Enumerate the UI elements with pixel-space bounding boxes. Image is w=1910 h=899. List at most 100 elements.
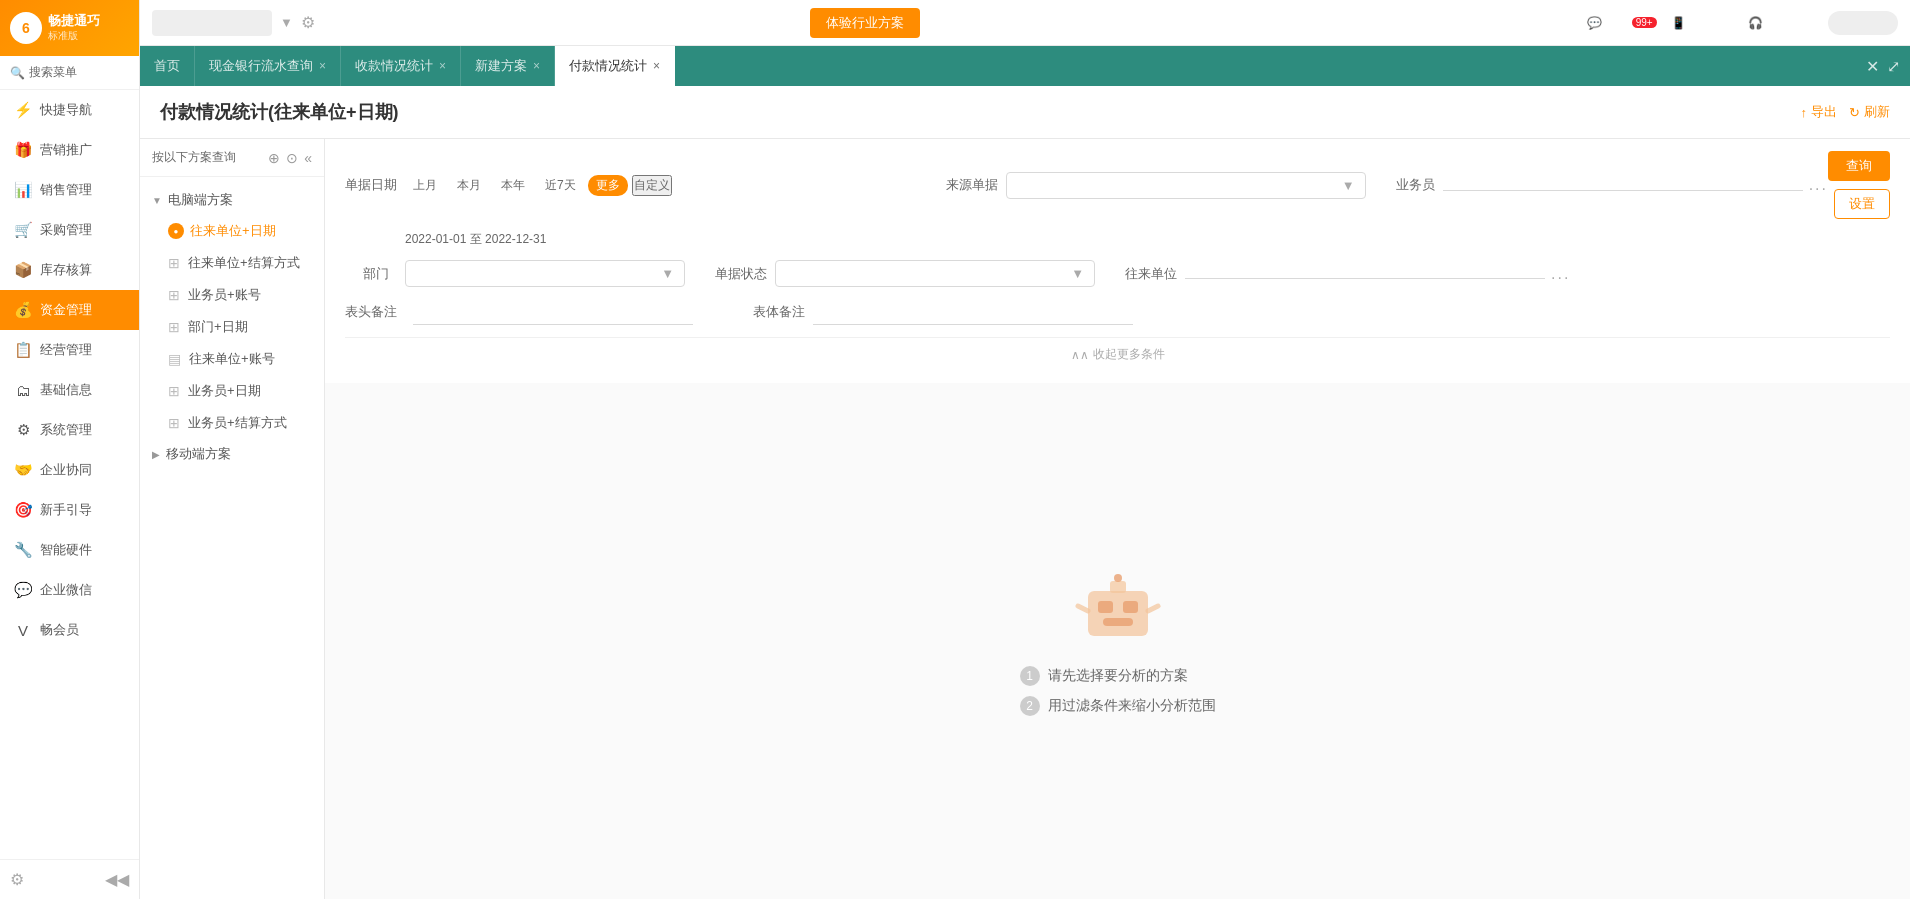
this-month-btn[interactable]: 本月 bbox=[449, 175, 489, 196]
scheme-group-mobile-header[interactable]: ▶ 移动端方案 bbox=[140, 439, 324, 469]
svg-rect-2 bbox=[1123, 601, 1138, 613]
header-note-field[interactable] bbox=[419, 304, 687, 319]
main-content: ▼ ⚙ 体验行业方案 💬 消息 99+ 📱 App下载 🎧 在线客服 首页 bbox=[140, 0, 1910, 899]
dropdown-chevron-icon[interactable]: ▼ bbox=[280, 15, 293, 30]
trial-button[interactable]: 体验行业方案 bbox=[810, 8, 920, 38]
purchase-icon: 🛒 bbox=[14, 221, 32, 239]
close-payment-tab-icon[interactable]: × bbox=[653, 59, 660, 73]
body-note-input[interactable] bbox=[813, 299, 1133, 325]
source-select[interactable]: ▼ bbox=[1006, 172, 1366, 199]
table-scheme-icon-3: ⊞ bbox=[168, 319, 180, 335]
custom-date-btn[interactable]: 自定义 bbox=[632, 175, 672, 196]
export-button[interactable]: ↑ 导出 bbox=[1801, 103, 1838, 121]
online-service-action[interactable]: 🎧 在线客服 bbox=[1748, 14, 1814, 31]
collapse-schemes-icon[interactable]: « bbox=[304, 150, 312, 166]
add-scheme-icon[interactable]: ⊕ bbox=[268, 150, 280, 166]
sidebar-logo: 6 bbox=[10, 12, 42, 44]
counterpart-dots[interactable]: ... bbox=[1551, 265, 1570, 283]
scheme-item-label: 往来单位+账号 bbox=[189, 350, 275, 368]
collapse-conditions-btn[interactable]: ∧∧ 收起更多条件 bbox=[345, 337, 1890, 371]
settings-footer-icon[interactable]: ⚙ bbox=[10, 870, 24, 889]
empty-tip-1: 1 请先选择要分析的方案 bbox=[1020, 666, 1216, 686]
filter-settings-button[interactable]: 设置 bbox=[1834, 189, 1890, 219]
sidebar-item-finance[interactable]: 💰 资金管理 bbox=[0, 290, 139, 330]
scheme-item-salesman-settle[interactable]: ⊞ 业务员+结算方式 bbox=[140, 407, 324, 439]
close-receive-tab-icon[interactable]: × bbox=[439, 59, 446, 73]
filter-section: 单据日期 上月 本月 本年 近7天 更多 自定义 来源单据 ▼ bbox=[325, 139, 1910, 383]
app-download-action[interactable]: 📱 App下载 bbox=[1671, 14, 1734, 31]
tab-new-plan[interactable]: 新建方案 × bbox=[461, 46, 555, 86]
sidebar-item-hardware[interactable]: 🔧 智能硬件 bbox=[0, 530, 139, 570]
close-all-tabs-icon[interactable]: ✕ bbox=[1866, 57, 1879, 76]
table-scheme-icon-5: ⊞ bbox=[168, 383, 180, 399]
empty-tips: 1 请先选择要分析的方案 2 用过滤条件来缩小分析范围 bbox=[1020, 666, 1216, 716]
tab-home[interactable]: 首页 bbox=[140, 46, 195, 86]
scheme-item-counterpart-date[interactable]: ● 往来单位+日期 bbox=[140, 215, 324, 247]
sidebar-item-enterprise[interactable]: 🤝 企业协同 bbox=[0, 450, 139, 490]
close-bank-tab-icon[interactable]: × bbox=[319, 59, 326, 73]
sidebar-item-sales[interactable]: 📊 销售管理 bbox=[0, 170, 139, 210]
user-avatar[interactable] bbox=[1828, 11, 1898, 35]
sidebar-item-inventory[interactable]: 📦 库存核算 bbox=[0, 250, 139, 290]
fullscreen-icon[interactable]: ⤢ bbox=[1887, 57, 1900, 76]
scheme-item-counterpart-account[interactable]: ▤ 往来单位+账号 bbox=[140, 343, 324, 375]
settings-scheme-icon[interactable]: ⊙ bbox=[286, 150, 298, 166]
sidebar-item-member[interactable]: V 畅会员 bbox=[0, 610, 139, 650]
scheme-group-desktop-header[interactable]: ▼ 电脑端方案 bbox=[140, 185, 324, 215]
svg-rect-4 bbox=[1110, 581, 1126, 593]
status-select[interactable]: ▼ bbox=[775, 260, 1095, 287]
more-date-btn[interactable]: 更多 bbox=[588, 175, 628, 196]
salesman-input[interactable] bbox=[1443, 180, 1803, 191]
wechat-icon: 💬 bbox=[14, 581, 32, 599]
sidebar-item-operation[interactable]: 📋 经营管理 bbox=[0, 330, 139, 370]
collapse-sidebar-icon[interactable]: ◀◀ bbox=[105, 870, 129, 889]
scheme-item-dept-date[interactable]: ⊞ 部门+日期 bbox=[140, 311, 324, 343]
svg-point-5 bbox=[1114, 574, 1122, 582]
last7-btn[interactable]: 近7天 bbox=[537, 175, 584, 196]
sidebar-item-label: 经营管理 bbox=[40, 341, 92, 359]
sidebar-item-guide[interactable]: 🎯 新手引导 bbox=[0, 490, 139, 530]
counterpart-input[interactable] bbox=[1185, 268, 1545, 279]
payment-tab-label: 付款情况统计 bbox=[569, 57, 647, 75]
message-action[interactable]: 💬 消息 99+ bbox=[1587, 14, 1657, 31]
tab-receive[interactable]: 收款情况统计 × bbox=[341, 46, 461, 86]
guide-icon: 🎯 bbox=[14, 501, 32, 519]
sales-icon: 📊 bbox=[14, 181, 32, 199]
sidebar-item-system[interactable]: ⚙ 系统管理 bbox=[0, 410, 139, 450]
sidebar-item-label: 企业微信 bbox=[40, 581, 92, 599]
filter-line-2: 部门 ▼ 单据状态 ▼ 往来单位 .. bbox=[345, 260, 1890, 287]
home-tab-label: 首页 bbox=[154, 57, 180, 75]
sidebar-item-wechat[interactable]: 💬 企业微信 bbox=[0, 570, 139, 610]
tab-payment[interactable]: 付款情况统计 × bbox=[555, 46, 675, 86]
dept-select[interactable]: ▼ bbox=[405, 260, 685, 287]
refresh-button[interactable]: ↻ 刷新 bbox=[1849, 103, 1890, 121]
schemes-header-actions: ⊕ ⊙ « bbox=[268, 150, 312, 166]
sidebar-item-label: 库存核算 bbox=[40, 261, 92, 279]
scheme-item-salesman-date[interactable]: ⊞ 业务员+日期 bbox=[140, 375, 324, 407]
empty-tip-1-label: 请先选择要分析的方案 bbox=[1048, 667, 1188, 685]
group-expand-icon: ▼ bbox=[152, 195, 162, 206]
query-button[interactable]: 查询 bbox=[1828, 151, 1890, 181]
sidebar-search-menu[interactable]: 🔍 搜索菜单 bbox=[0, 56, 139, 90]
sidebar-item-quick-nav[interactable]: ⚡ 快捷导航 bbox=[0, 90, 139, 130]
salesman-dots[interactable]: ... bbox=[1809, 176, 1828, 194]
tab-bank[interactable]: 现金银行流水查询 × bbox=[195, 46, 341, 86]
page-actions: ↑ 导出 ↻ 刷新 bbox=[1801, 103, 1891, 121]
last-month-btn[interactable]: 上月 bbox=[405, 175, 445, 196]
header-settings-icon[interactable]: ⚙ bbox=[301, 13, 315, 32]
scheme-group-desktop: ▼ 电脑端方案 ● 往来单位+日期 ⊞ 往来单位+结算方式 ⊞ 业务员+账号 bbox=[140, 185, 324, 439]
this-year-btn[interactable]: 本年 bbox=[493, 175, 533, 196]
close-new-plan-tab-icon[interactable]: × bbox=[533, 59, 540, 73]
date-filter-label: 单据日期 bbox=[345, 176, 405, 194]
header-note-input[interactable] bbox=[413, 299, 693, 325]
scheme-item-salesman-account[interactable]: ⊞ 业务员+账号 bbox=[140, 279, 324, 311]
body-note-field[interactable] bbox=[819, 304, 1127, 319]
sidebar-item-purchase[interactable]: 🛒 采购管理 bbox=[0, 210, 139, 250]
scheme-item-label: 部门+日期 bbox=[188, 318, 248, 336]
app-header-left: ▼ ⚙ bbox=[152, 10, 802, 36]
scheme-item-counterpart-settle[interactable]: ⊞ 往来单位+结算方式 bbox=[140, 247, 324, 279]
sidebar-item-marketing[interactable]: 🎁 营销推广 bbox=[0, 130, 139, 170]
sidebar-subtitle: 标准版 bbox=[48, 29, 100, 43]
sidebar-item-basic[interactable]: 🗂 基础信息 bbox=[0, 370, 139, 410]
sidebar-item-label: 企业协同 bbox=[40, 461, 92, 479]
